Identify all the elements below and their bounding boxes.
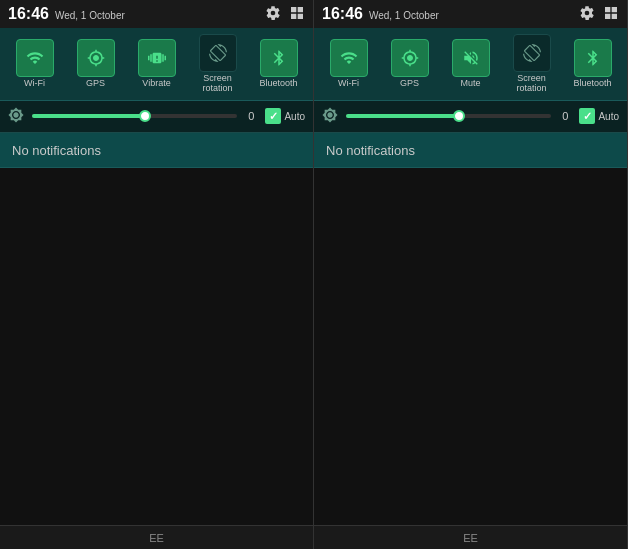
qs-gps-icon-wrap-1 [77, 39, 115, 77]
status-icons-2 [579, 5, 619, 24]
brightness-row-1: 0 ✓ Auto [0, 101, 313, 133]
vibrate-icon-1 [148, 49, 166, 67]
notification-area-1 [0, 168, 313, 525]
brightness-slider-1[interactable] [32, 114, 237, 118]
qs-wifi-1[interactable]: Wi-Fi [11, 39, 59, 89]
auto-check-2[interactable]: ✓ Auto [579, 108, 619, 124]
qs-rotation-icon-wrap-1 [199, 34, 237, 72]
grid-icon-2[interactable] [603, 5, 619, 24]
bottom-label-2: EE [463, 532, 478, 544]
time-date-2: 16:46 Wed, 1 October [322, 5, 439, 23]
qs-rotation-2[interactable]: Screenrotation [508, 34, 556, 94]
no-notifications-2: No notifications [326, 143, 415, 158]
qs-bluetooth-icon-wrap-2 [574, 39, 612, 77]
slider-thumb-1 [139, 110, 151, 122]
date-1: Wed, 1 October [55, 10, 125, 21]
qs-gps-label-1: GPS [86, 79, 105, 89]
auto-checkbox-2: ✓ [579, 108, 595, 124]
qs-rotation-1[interactable]: Screenrotation [194, 34, 242, 94]
time-date-1: 16:46 Wed, 1 October [8, 5, 125, 23]
bluetooth-icon-2 [584, 49, 602, 67]
brightness-row-2: 0 ✓ Auto [314, 101, 627, 133]
qs-wifi-2[interactable]: Wi-Fi [325, 39, 373, 89]
slider-fill-1 [32, 114, 145, 118]
bottom-bar-2: EE [314, 525, 627, 549]
brightness-value-2: 0 [559, 110, 571, 122]
qs-bluetooth-label-2: Bluetooth [573, 79, 611, 89]
panel-1: 16:46 Wed, 1 October Wi-Fi [0, 0, 314, 549]
qs-gps-2[interactable]: GPS [386, 39, 434, 89]
qs-gps-label-2: GPS [400, 79, 419, 89]
slider-thumb-2 [453, 110, 465, 122]
gps-icon-1 [87, 49, 105, 67]
auto-label-2: Auto [598, 111, 619, 122]
slider-fill-2 [346, 114, 459, 118]
quick-settings-2: Wi-Fi GPS Mute [314, 28, 627, 101]
status-bar-1: 16:46 Wed, 1 October [0, 0, 313, 28]
status-icons-1 [265, 5, 305, 24]
gear-icon-1[interactable] [265, 5, 281, 24]
grid-icon-1[interactable] [289, 5, 305, 24]
wifi-icon-2 [340, 49, 358, 67]
rotation-icon-2 [523, 44, 541, 62]
qs-vibrate-label-1: Vibrate [142, 79, 170, 89]
no-notifications-1: No notifications [12, 143, 101, 158]
qs-vibrate-icon-wrap-1 [138, 39, 176, 77]
rotation-icon-1 [209, 44, 227, 62]
qs-bluetooth-1[interactable]: Bluetooth [255, 39, 303, 89]
time-1: 16:46 [8, 5, 49, 23]
brightness-icon-2 [322, 107, 338, 126]
check-mark-2: ✓ [583, 110, 592, 123]
wifi-icon-1 [26, 49, 44, 67]
gps-icon-2 [401, 49, 419, 67]
auto-check-1[interactable]: ✓ Auto [265, 108, 305, 124]
bottom-bar-1: EE [0, 525, 313, 549]
qs-rotation-label-2: Screenrotation [516, 74, 546, 94]
status-bar-2: 16:46 Wed, 1 October [314, 0, 627, 28]
qs-vibrate-1[interactable]: Vibrate [133, 39, 181, 89]
qs-mute-label-2: Mute [460, 79, 480, 89]
notifications-header-1: No notifications [0, 133, 313, 168]
qs-mute-2[interactable]: Mute [447, 39, 495, 89]
bluetooth-icon-1 [270, 49, 288, 67]
brightness-value-1: 0 [245, 110, 257, 122]
brightness-slider-2[interactable] [346, 114, 551, 118]
time-2: 16:46 [322, 5, 363, 23]
notification-area-2 [314, 168, 627, 525]
auto-checkbox-1: ✓ [265, 108, 281, 124]
qs-bluetooth-label-1: Bluetooth [259, 79, 297, 89]
qs-wifi-icon-wrap-1 [16, 39, 54, 77]
mute-icon-2 [462, 49, 480, 67]
qs-rotation-icon-wrap-2 [513, 34, 551, 72]
qs-bluetooth-2[interactable]: Bluetooth [569, 39, 617, 89]
panel-2: 16:46 Wed, 1 October Wi-Fi [314, 0, 628, 549]
bottom-label-1: EE [149, 532, 164, 544]
check-mark-1: ✓ [269, 110, 278, 123]
qs-mute-icon-wrap-2 [452, 39, 490, 77]
qs-bluetooth-icon-wrap-1 [260, 39, 298, 77]
quick-settings-1: Wi-Fi GPS Vibrate [0, 28, 313, 101]
qs-wifi-label-2: Wi-Fi [338, 79, 359, 89]
qs-wifi-icon-wrap-2 [330, 39, 368, 77]
qs-wifi-label-1: Wi-Fi [24, 79, 45, 89]
qs-gps-1[interactable]: GPS [72, 39, 120, 89]
notifications-header-2: No notifications [314, 133, 627, 168]
gear-icon-2[interactable] [579, 5, 595, 24]
qs-rotation-label-1: Screenrotation [202, 74, 232, 94]
qs-gps-icon-wrap-2 [391, 39, 429, 77]
auto-label-1: Auto [284, 111, 305, 122]
date-2: Wed, 1 October [369, 10, 439, 21]
brightness-icon-1 [8, 107, 24, 126]
